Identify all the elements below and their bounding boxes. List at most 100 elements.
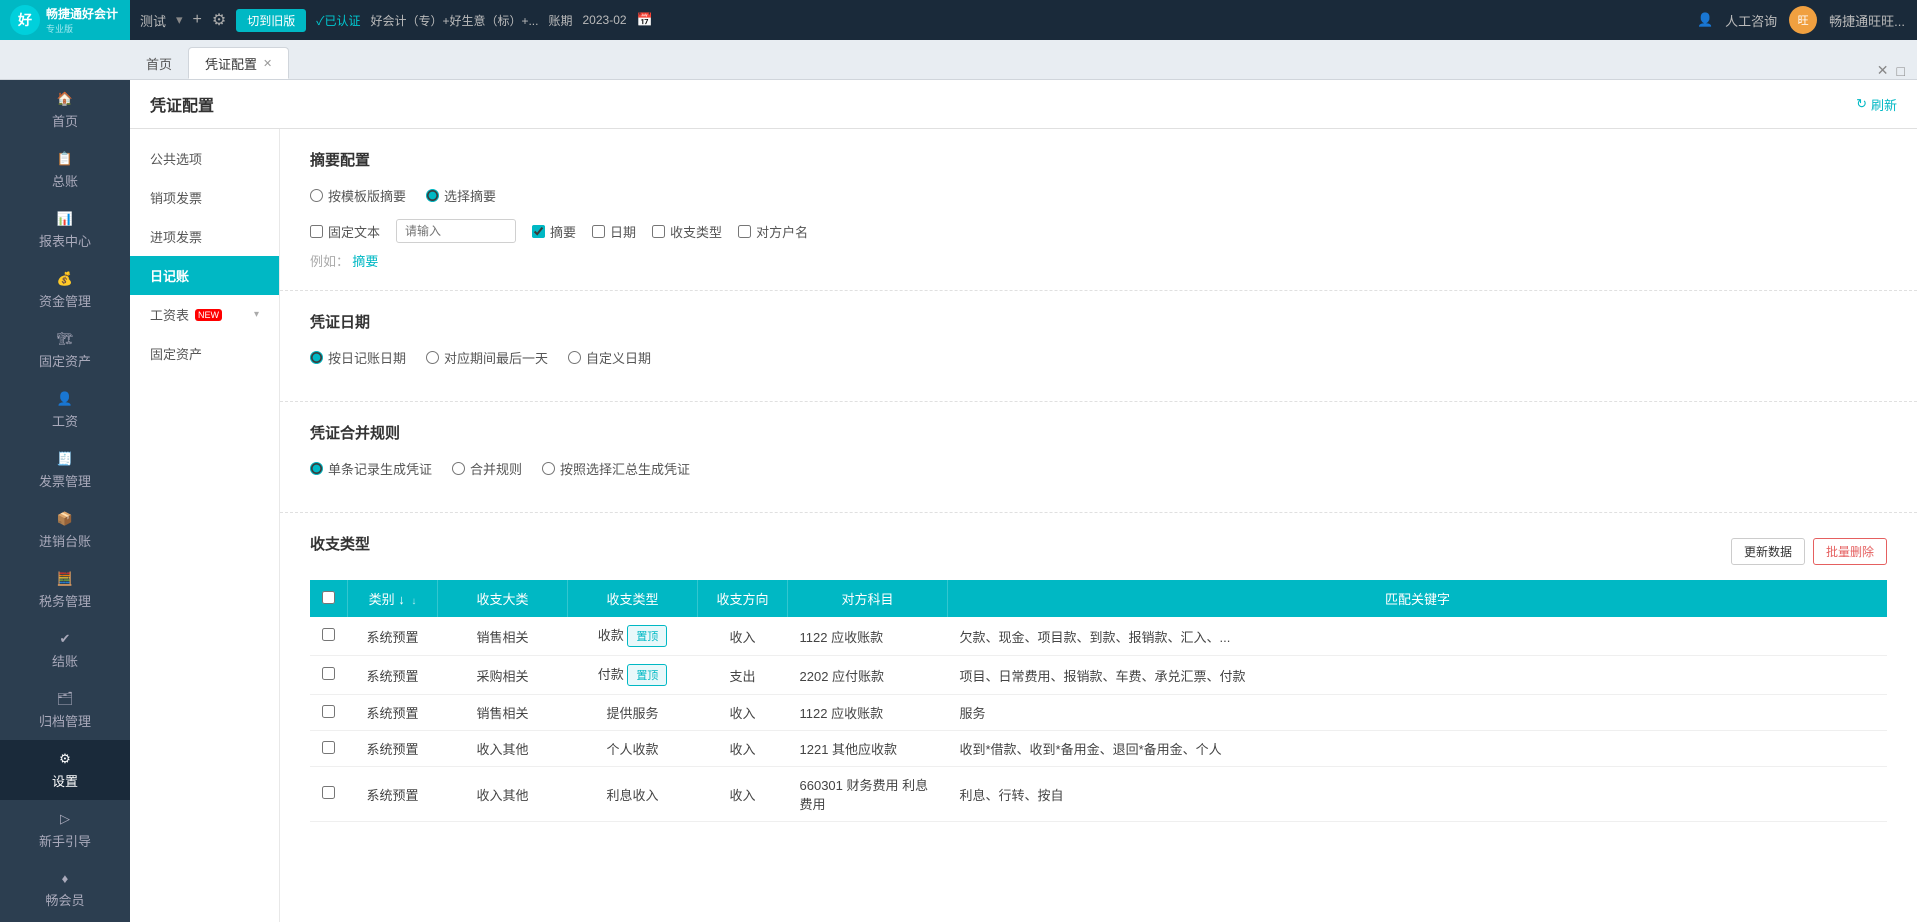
radio-select-input[interactable] bbox=[426, 189, 439, 202]
checkbox-fixed-text-input[interactable] bbox=[310, 225, 323, 238]
sidebar-item-archive[interactable]: 🗂 归档管理 bbox=[0, 680, 130, 740]
tab-voucher-config[interactable]: 凭证配置 ✕ bbox=[188, 47, 289, 79]
summary-config-section: 摘要配置 按模板版摘要 选择摘要 bbox=[280, 129, 1917, 291]
sidebar-item-reports[interactable]: 📊 报表中心 bbox=[0, 200, 130, 260]
help-label[interactable]: 人工咨询 bbox=[1725, 11, 1777, 30]
radio-custom-date-input[interactable] bbox=[568, 351, 581, 364]
radio-single-input[interactable] bbox=[310, 462, 323, 475]
table-row: 系统预置 销售相关 收款 置顶 收入 1122 应收账款 欠款、现金、项目款、到… bbox=[310, 617, 1887, 656]
left-nav-sales-invoice[interactable]: 销项发票 bbox=[130, 178, 279, 217]
checkbox-counterpart[interactable]: 对方户名 bbox=[738, 222, 808, 241]
calendar-icon[interactable]: 📅 bbox=[637, 12, 653, 28]
body-layout: 公共选项 销项发票 进项发票 日记账 工资表 NEW ▾ 固定资产 bbox=[130, 129, 1917, 922]
checkbox-summary-input[interactable] bbox=[532, 225, 545, 238]
sidebar-item-assets[interactable]: 🏗 固定资产 bbox=[0, 320, 130, 380]
radio-journal-date[interactable]: 按日记账日期 bbox=[310, 348, 406, 367]
radio-period-last-input[interactable] bbox=[426, 351, 439, 364]
row-keywords: 服务 bbox=[948, 695, 1888, 731]
checkbox-counterpart-input[interactable] bbox=[738, 225, 751, 238]
checkbox-income-type[interactable]: 收支类型 bbox=[652, 222, 722, 241]
sidebar-label-purchase-sale: 进销台账 bbox=[39, 531, 91, 550]
sidebar-item-invoice-mgmt[interactable]: 🧾 发票管理 bbox=[0, 440, 130, 500]
row-keywords: 利息、行转、按自 bbox=[948, 767, 1888, 822]
radio-merge-rule[interactable]: 合并规则 bbox=[452, 459, 522, 478]
left-nav-fixed-assets[interactable]: 固定资产 bbox=[130, 334, 279, 373]
sidebar-label-archive: 归档管理 bbox=[39, 711, 91, 730]
row-checkbox[interactable] bbox=[322, 628, 335, 641]
row-type: 收款 置顶 bbox=[568, 617, 698, 656]
avatar[interactable]: 旺 bbox=[1789, 6, 1817, 34]
tab-close-icon[interactable]: ✕ bbox=[263, 57, 272, 70]
left-nav-journal[interactable]: 日记账 bbox=[130, 256, 279, 295]
window-maximize-icon[interactable]: □ bbox=[1897, 63, 1905, 79]
period-label: 账期 bbox=[548, 12, 572, 29]
settings-icon[interactable]: ⚙ bbox=[212, 10, 226, 30]
sidebar-item-payroll[interactable]: 👤 工资 bbox=[0, 380, 130, 440]
table-row: 系统预置 销售相关 提供服务 收入 1122 应收账款 服务 bbox=[310, 695, 1887, 731]
example-value: 摘要 bbox=[352, 254, 378, 269]
voucher-merge-section: 凭证合并规则 单条记录生成凭证 合并规则 按照选择汇总生成凭证 bbox=[280, 402, 1917, 513]
row-direction: 收入 bbox=[698, 617, 788, 656]
window-close-icon[interactable]: ✕ bbox=[1877, 62, 1889, 79]
radio-select-summary-gen[interactable]: 按照选择汇总生成凭证 bbox=[542, 459, 690, 478]
table-actions: 更新数据 批量删除 bbox=[1731, 538, 1887, 565]
add-icon[interactable]: + bbox=[193, 11, 202, 29]
logo-text: 畅捷通好会计 专业版 bbox=[46, 5, 118, 35]
checkbox-income-type-input[interactable] bbox=[652, 225, 665, 238]
refresh-icon: ↻ bbox=[1856, 96, 1867, 112]
radio-journal-date-input[interactable] bbox=[310, 351, 323, 364]
radio-period-last[interactable]: 对应期间最后一天 bbox=[426, 348, 548, 367]
sidebar-item-funds[interactable]: 💰 资金管理 bbox=[0, 260, 130, 320]
sidebar-item-home[interactable]: 🏠 首页 bbox=[0, 80, 130, 140]
sidebar-label-member: 畅会员 bbox=[45, 890, 84, 909]
row-checkbox[interactable] bbox=[322, 705, 335, 718]
radio-select-summary[interactable]: 选择摘要 bbox=[426, 186, 496, 205]
th-type: 收支类型 bbox=[568, 580, 698, 617]
left-nav-purchase-invoice[interactable]: 进项发票 bbox=[130, 217, 279, 256]
row-checkbox[interactable] bbox=[322, 667, 335, 680]
radio-template-input[interactable] bbox=[310, 189, 323, 202]
sidebar-item-settings[interactable]: ⚙ 设置 bbox=[0, 740, 130, 800]
topbar-right: 👤 人工咨询 旺 畅捷通旺旺... bbox=[1697, 6, 1905, 34]
sidebar-item-settlement[interactable]: ✔ 结账 bbox=[0, 620, 130, 680]
row-account: 1221 其他应收款 bbox=[788, 731, 948, 767]
switch-version-button[interactable]: 切到旧版 bbox=[236, 9, 306, 32]
fixed-text-input[interactable] bbox=[396, 219, 516, 243]
row-checkbox[interactable] bbox=[322, 786, 335, 799]
left-nav-payroll-table[interactable]: 工资表 NEW ▾ bbox=[130, 295, 279, 334]
reset-btn-1[interactable]: 置顶 bbox=[627, 664, 667, 686]
checkbox-summary[interactable]: 摘要 bbox=[532, 222, 576, 241]
radio-single[interactable]: 单条记录生成凭证 bbox=[310, 459, 432, 478]
checkbox-date[interactable]: 日期 bbox=[592, 222, 636, 241]
sidebar-item-member[interactable]: ♦ 畅会员 bbox=[0, 860, 130, 920]
invoice-mgmt-icon: 🧾 bbox=[57, 451, 73, 467]
tab-home[interactable]: 首页 bbox=[130, 47, 188, 79]
radio-custom-date[interactable]: 自定义日期 bbox=[568, 348, 651, 367]
radio-select-summary-gen-input[interactable] bbox=[542, 462, 555, 475]
refresh-button[interactable]: ↻ 刷新 bbox=[1856, 95, 1897, 114]
new-badge: NEW bbox=[195, 309, 222, 321]
settings-icon-sb: ⚙ bbox=[59, 751, 71, 767]
purchase-sale-icon: 📦 bbox=[57, 511, 73, 527]
radio-template-summary[interactable]: 按模板版摘要 bbox=[310, 186, 406, 205]
batch-delete-button[interactable]: 批量删除 bbox=[1813, 538, 1887, 565]
th-category[interactable]: 类别 ↓ ↓ bbox=[348, 580, 438, 617]
sidebar-item-purchase-sale[interactable]: 📦 进销台账 bbox=[0, 500, 130, 560]
reset-btn-0[interactable]: 置顶 bbox=[627, 625, 667, 647]
expand-icon[interactable]: ▾ bbox=[254, 309, 259, 320]
sidebar-item-ledger[interactable]: 📋 总账 bbox=[0, 140, 130, 200]
radio-merge-rule-input[interactable] bbox=[452, 462, 465, 475]
user-name[interactable]: 畅捷通旺旺... bbox=[1829, 11, 1905, 30]
sidebar-item-guide[interactable]: ▷ 新手引导 bbox=[0, 800, 130, 860]
row-checkbox[interactable] bbox=[322, 741, 335, 754]
checkbox-fixed-text[interactable]: 固定文本 bbox=[310, 222, 380, 241]
update-data-button[interactable]: 更新数据 bbox=[1731, 538, 1805, 565]
sidebar-item-tax[interactable]: 🧮 税务管理 bbox=[0, 560, 130, 620]
payroll-icon: 👤 bbox=[57, 391, 73, 407]
left-nav-public[interactable]: 公共选项 bbox=[130, 139, 279, 178]
select-all-checkbox[interactable] bbox=[322, 591, 335, 604]
tabbar: 首页 凭证配置 ✕ ✕ □ bbox=[0, 40, 1917, 80]
checkbox-date-input[interactable] bbox=[592, 225, 605, 238]
th-direction: 收支方向 bbox=[698, 580, 788, 617]
row-direction: 收入 bbox=[698, 695, 788, 731]
